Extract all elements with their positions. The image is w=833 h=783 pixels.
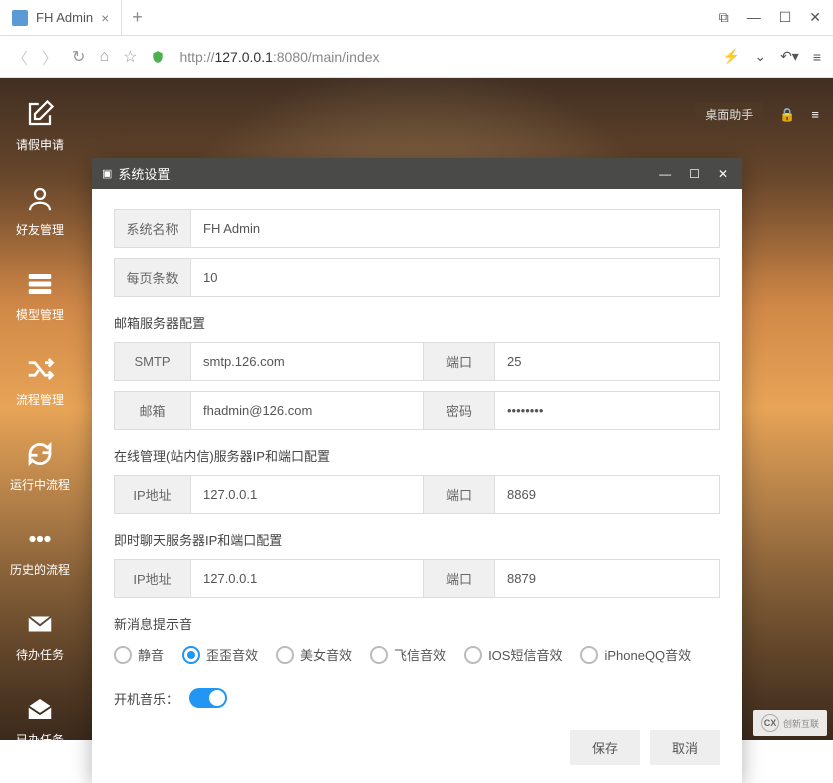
- nav-refresh-icon[interactable]: ↻: [72, 47, 85, 67]
- nav-forward-icon[interactable]: 〉: [42, 45, 58, 69]
- nav-back-icon[interactable]: 〈: [12, 45, 28, 69]
- sidebar-label: 运行中流程: [10, 476, 70, 493]
- sidebar: 请假申请 好友管理 模型管理 流程管理 运行中流程 历史的流程 待办任务 已办: [0, 78, 80, 740]
- page-size-label: 每页条数: [114, 258, 190, 297]
- sidebar-label: 好友管理: [16, 221, 64, 238]
- system-name-input[interactable]: [190, 209, 720, 248]
- sidebar-item-todo[interactable]: 待办任务: [10, 600, 70, 679]
- top-right-toolbar: 桌面助手 🔒 ≡: [681, 96, 833, 133]
- radio-beauty[interactable]: 美女音效: [276, 645, 352, 664]
- password-input[interactable]: [494, 391, 720, 430]
- url-bar[interactable]: http://127.0.0.1:8080/main/index: [179, 49, 708, 65]
- sidebar-item-friends[interactable]: 好友管理: [10, 175, 70, 254]
- startup-music-toggle[interactable]: [189, 688, 227, 708]
- online-ip-label: IP地址: [114, 475, 190, 514]
- smtp-input[interactable]: [190, 342, 424, 381]
- mail-icon: [24, 608, 56, 640]
- system-name-label: 系统名称: [114, 209, 190, 248]
- chat-port-input[interactable]: [494, 559, 720, 598]
- mail-label: 邮箱: [114, 391, 190, 430]
- modal-close-icon[interactable]: ✕: [714, 167, 732, 181]
- tab-favicon: [12, 10, 28, 26]
- tab-close-icon[interactable]: ×: [101, 10, 109, 26]
- window-maximize-icon[interactable]: ☐: [779, 9, 792, 26]
- edit-icon: [24, 98, 56, 130]
- sync-icon: [24, 438, 56, 470]
- watermark-text: 创新互联: [783, 717, 819, 730]
- browser-toolbar: 〈 〉 ↻ ⌂ ☆ http://127.0.0.1:8080/main/ind…: [0, 36, 833, 78]
- undo-icon[interactable]: ↶▾: [780, 48, 799, 65]
- modal-maximize-icon[interactable]: ☐: [685, 167, 704, 181]
- modal-titlebar[interactable]: ▣ 系统设置 — ☐ ✕: [92, 158, 742, 189]
- radio-fetion[interactable]: 飞信音效: [370, 645, 446, 664]
- menu-icon[interactable]: ≡: [813, 49, 821, 65]
- browser-tab[interactable]: FH Admin ×: [0, 0, 122, 36]
- radio-iphoneqq[interactable]: iPhoneQQ音效: [580, 645, 691, 664]
- online-port-input[interactable]: [494, 475, 720, 514]
- watermark: CX 创新互联: [753, 710, 827, 736]
- server-icon: [24, 268, 56, 300]
- sidebar-label: 流程管理: [16, 391, 64, 408]
- sidebar-label: 模型管理: [16, 306, 64, 323]
- chat-port-label: 端口: [424, 559, 494, 598]
- sound-radio-group: 静音 歪歪音效 美女音效 飞信音效 IOS短信音效 iPhoneQQ音效: [114, 645, 720, 664]
- sidebar-item-done[interactable]: 已办任务: [10, 685, 70, 764]
- desktop-helper-button[interactable]: 桌面助手: [695, 102, 763, 127]
- lock-icon[interactable]: 🔒: [779, 107, 795, 123]
- save-button[interactable]: 保存: [570, 730, 640, 765]
- sidebar-label: 待办任务: [16, 646, 64, 663]
- security-shield-icon[interactable]: [151, 50, 165, 64]
- mail-section-title: 邮箱服务器配置: [114, 313, 720, 332]
- page-size-input[interactable]: [190, 258, 720, 297]
- chat-ip-label: IP地址: [114, 559, 190, 598]
- user-icon: [24, 183, 56, 215]
- mail-open-icon: [24, 693, 56, 725]
- menu-compact-icon[interactable]: ≡: [811, 107, 819, 122]
- password-label: 密码: [424, 391, 494, 430]
- mail-input[interactable]: [190, 391, 424, 430]
- speed-icon[interactable]: ⚡: [723, 48, 740, 65]
- window-minimize-icon[interactable]: —: [747, 9, 761, 26]
- online-section-title: 在线管理(站内信)服务器IP和端口配置: [114, 446, 720, 465]
- dots-icon: [24, 523, 56, 555]
- chat-section-title: 即时聊天服务器IP和端口配置: [114, 530, 720, 549]
- smtp-label: SMTP: [114, 342, 190, 381]
- sidebar-label: 请假申请: [16, 136, 64, 153]
- sidebar-label: 历史的流程: [10, 561, 70, 578]
- sidebar-item-process[interactable]: 流程管理: [10, 345, 70, 424]
- nav-favorite-icon[interactable]: ☆: [123, 47, 137, 67]
- radio-mute[interactable]: 静音: [114, 645, 164, 664]
- sidebar-item-leave[interactable]: 请假申请: [10, 90, 70, 169]
- radio-ios[interactable]: IOS短信音效: [464, 645, 562, 664]
- browser-tab-bar: FH Admin × + ⧉ — ☐ ✕: [0, 0, 833, 36]
- sidebar-item-model[interactable]: 模型管理: [10, 260, 70, 339]
- cancel-button[interactable]: 取消: [650, 730, 720, 765]
- radio-yy[interactable]: 歪歪音效: [182, 645, 258, 664]
- window-close-icon[interactable]: ✕: [809, 9, 821, 26]
- new-tab-button[interactable]: +: [122, 7, 153, 28]
- settings-modal: ▣ 系统设置 — ☐ ✕ 系统名称 每页条数 邮箱服务器配置 SMTP 端口: [92, 158, 742, 783]
- tab-title: FH Admin: [36, 10, 93, 25]
- online-port-label: 端口: [424, 475, 494, 514]
- smtp-port-label: 端口: [424, 342, 494, 381]
- modal-title-text: 系统设置: [118, 164, 170, 183]
- content-area: 请假申请 好友管理 模型管理 流程管理 运行中流程 历史的流程 待办任务 已办: [0, 78, 833, 740]
- modal-minimize-icon[interactable]: —: [655, 167, 675, 181]
- startup-music-label: 开机音乐：: [114, 689, 179, 708]
- modal-title-icon: ▣: [102, 167, 112, 180]
- watermark-logo-icon: CX: [761, 714, 779, 732]
- smtp-port-input[interactable]: [494, 342, 720, 381]
- online-ip-input[interactable]: [190, 475, 424, 514]
- sidebar-item-history[interactable]: 历史的流程: [10, 515, 70, 594]
- window-overlay-icon[interactable]: ⧉: [719, 9, 729, 26]
- chat-ip-input[interactable]: [190, 559, 424, 598]
- sound-section-title: 新消息提示音: [114, 614, 720, 633]
- dropdown-icon[interactable]: ⌄: [754, 48, 766, 65]
- shuffle-icon: [24, 353, 56, 385]
- nav-home-icon[interactable]: ⌂: [99, 48, 109, 66]
- sidebar-item-running[interactable]: 运行中流程: [10, 430, 70, 509]
